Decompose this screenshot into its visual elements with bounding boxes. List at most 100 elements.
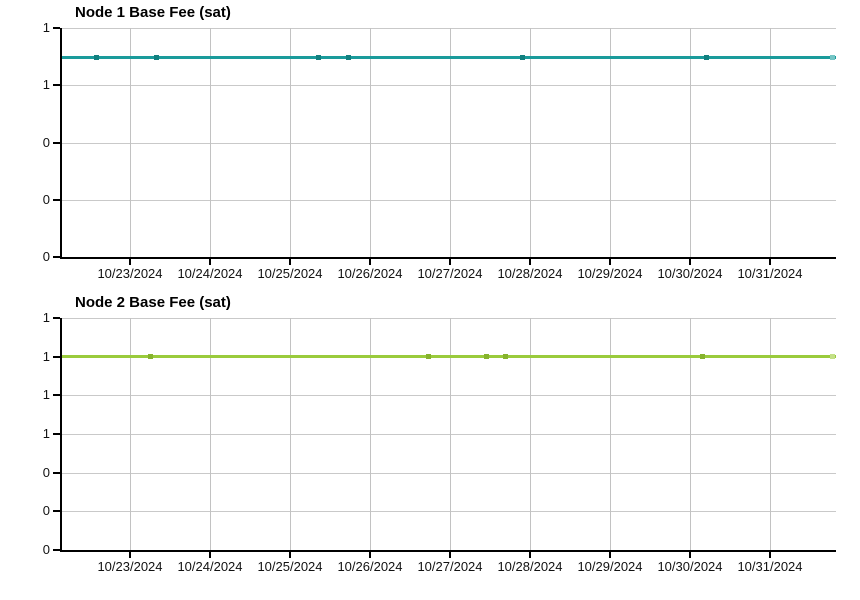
x-axis-spine (60, 257, 836, 259)
x-tick-mark (289, 259, 291, 265)
y-tick-label: 1 (42, 349, 50, 364)
x-tick-mark (449, 552, 451, 558)
x-tick-label: 10/25/2024 (257, 266, 323, 281)
y-tick-label: 0 (42, 503, 50, 518)
series-line-1 (62, 56, 836, 59)
data-point-marker (316, 55, 321, 60)
h-gridline (62, 143, 836, 144)
data-point-marker (346, 55, 351, 60)
y-tick-label: 1 (42, 426, 50, 441)
x-tick-mark (769, 259, 771, 265)
data-point-marker (94, 55, 99, 60)
x-tick-mark (449, 259, 451, 265)
h-gridline (62, 200, 836, 201)
x-tick-label: 10/25/2024 (257, 559, 323, 574)
data-point-marker (148, 354, 153, 359)
h-gridline (62, 473, 836, 474)
y-tick-label: 1 (42, 387, 50, 402)
x-tick-label: 10/29/2024 (577, 266, 643, 281)
y-tick-mark (53, 142, 60, 144)
x-tick-label: 10/28/2024 (497, 266, 563, 281)
v-gridline (450, 318, 451, 550)
y-tick-mark (53, 510, 60, 512)
v-gridline (370, 28, 371, 257)
h-gridline (62, 395, 836, 396)
y-axis-spine (60, 28, 62, 259)
x-tick-label: 10/31/2024 (737, 266, 803, 281)
x-tick-label: 10/27/2024 (417, 266, 483, 281)
y-tick-label: 0 (42, 465, 50, 480)
x-tick-label: 10/27/2024 (417, 559, 483, 574)
data-point-marker (520, 55, 525, 60)
x-tick-label: 10/23/2024 (97, 266, 163, 281)
y-tick-label: 0 (42, 542, 50, 557)
x-tick-label: 10/24/2024 (177, 266, 243, 281)
v-gridline (530, 28, 531, 257)
data-point-marker (830, 55, 835, 60)
y-tick-mark (53, 317, 60, 319)
data-point-marker (154, 55, 159, 60)
x-tick-mark (609, 259, 611, 265)
x-tick-mark (529, 552, 531, 558)
y-tick-mark (53, 256, 60, 258)
v-gridline (450, 28, 451, 257)
x-axis-spine (60, 550, 836, 552)
v-gridline (610, 318, 611, 550)
y-tick-mark (53, 433, 60, 435)
chart-title-node2: Node 2 Base Fee (sat) (75, 294, 231, 311)
y-tick-label: 1 (42, 77, 50, 92)
y-tick-label: 0 (42, 192, 50, 207)
x-tick-mark (209, 259, 211, 265)
v-gridline (610, 28, 611, 257)
v-gridline (770, 318, 771, 550)
chart-title-node1: Node 1 Base Fee (sat) (75, 4, 231, 21)
y-tick-label: 1 (42, 20, 50, 35)
data-point-marker (704, 55, 709, 60)
x-tick-mark (609, 552, 611, 558)
y-tick-mark (53, 549, 60, 551)
y-tick-mark (53, 472, 60, 474)
v-gridline (690, 318, 691, 550)
v-gridline (210, 28, 211, 257)
v-gridline (690, 28, 691, 257)
data-point-marker (503, 354, 508, 359)
v-gridline (290, 28, 291, 257)
v-gridline (530, 318, 531, 550)
y-axis-spine (60, 318, 62, 552)
x-tick-mark (369, 259, 371, 265)
x-tick-mark (769, 552, 771, 558)
h-gridline (62, 28, 836, 29)
v-gridline (290, 318, 291, 550)
h-gridline (62, 318, 836, 319)
y-tick-label: 0 (42, 135, 50, 150)
v-gridline (370, 318, 371, 550)
series-line-2 (62, 355, 836, 358)
v-gridline (770, 28, 771, 257)
x-tick-label: 10/30/2024 (657, 266, 723, 281)
x-tick-label: 10/28/2024 (497, 559, 563, 574)
x-tick-label: 10/30/2024 (657, 559, 723, 574)
x-tick-label: 10/23/2024 (97, 559, 163, 574)
y-tick-mark (53, 199, 60, 201)
x-tick-mark (689, 552, 691, 558)
v-gridline (130, 318, 131, 550)
data-point-marker (484, 354, 489, 359)
h-gridline (62, 85, 836, 86)
x-tick-mark (209, 552, 211, 558)
x-tick-mark (529, 259, 531, 265)
y-tick-label: 0 (42, 249, 50, 264)
x-tick-label: 10/26/2024 (337, 559, 403, 574)
h-gridline (62, 511, 836, 512)
x-tick-label: 10/31/2024 (737, 559, 803, 574)
y-tick-mark (53, 27, 60, 29)
x-tick-label: 10/29/2024 (577, 559, 643, 574)
x-tick-label: 10/24/2024 (177, 559, 243, 574)
data-point-marker (426, 354, 431, 359)
data-point-marker (830, 354, 835, 359)
y-tick-mark (53, 84, 60, 86)
x-tick-mark (369, 552, 371, 558)
h-gridline (62, 434, 836, 435)
data-point-marker (700, 354, 705, 359)
y-tick-mark (53, 356, 60, 358)
y-tick-mark (53, 394, 60, 396)
